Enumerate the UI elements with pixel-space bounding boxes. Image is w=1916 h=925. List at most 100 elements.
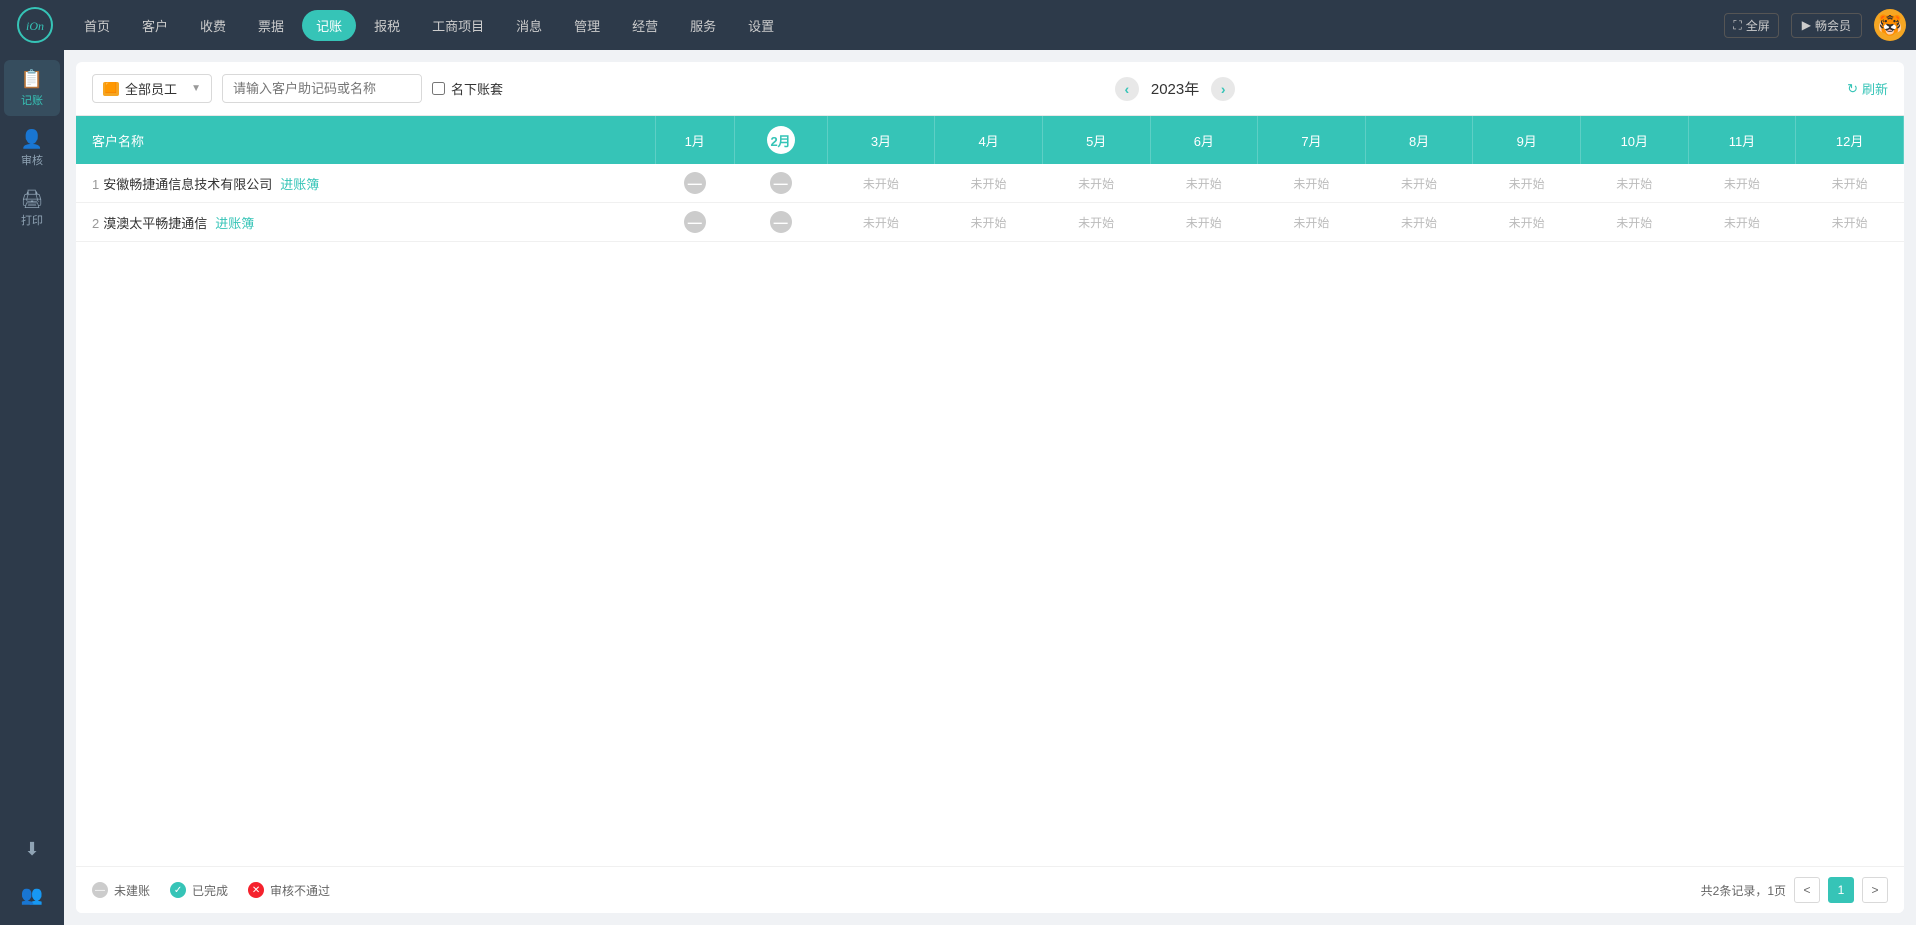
month-cell-7: 未开始 xyxy=(1258,164,1366,203)
th-month-6: 6月 xyxy=(1150,116,1258,164)
month-cell-4: 未开始 xyxy=(935,164,1043,203)
nav-fee[interactable]: 收费 xyxy=(186,10,240,41)
page-1-button[interactable]: 1 xyxy=(1828,877,1854,903)
month-cell-4: 未开始 xyxy=(935,203,1043,242)
data-table: 客户名称 1月 2月 3月 4月 5月 6月 7月 8月 9月 10月 xyxy=(76,116,1904,242)
nav-bookkeeping[interactable]: 记账 xyxy=(302,10,356,41)
th-month-10: 10月 xyxy=(1581,116,1689,164)
table-body: 1安徽畅捷通信息技术有限公司进账簿——未开始未开始未开始未开始未开始未开始未开始… xyxy=(76,164,1904,242)
company-name: 漠澳太平畅捷通信 xyxy=(103,216,207,231)
th-month-5: 5月 xyxy=(1042,116,1150,164)
month-cell-11: 未开始 xyxy=(1688,164,1796,203)
nav-tax[interactable]: 报税 xyxy=(360,10,414,41)
fullscreen-button[interactable]: ⛶ 全屏 xyxy=(1724,13,1778,38)
employee-select-label: 全部员工 xyxy=(125,79,177,98)
avatar[interactable]: 🐯 xyxy=(1874,9,1906,41)
nav-settings[interactable]: 设置 xyxy=(734,10,788,41)
status-not-started: 未开始 xyxy=(1616,177,1652,191)
nav-message[interactable]: 消息 xyxy=(502,10,556,41)
legend-not-built: — 未建账 xyxy=(92,882,150,899)
refresh-button[interactable]: ↻ 刷新 xyxy=(1847,79,1888,98)
nav-customer[interactable]: 客户 xyxy=(128,10,182,41)
chevron-down-icon: ▼ xyxy=(191,83,201,94)
mine-checkbox-text: 名下账套 xyxy=(451,79,503,98)
enter-ledger-link[interactable]: 进账簿 xyxy=(280,177,319,192)
th-month-12: 12月 xyxy=(1796,116,1904,164)
nav-operation[interactable]: 经营 xyxy=(618,10,672,41)
status-not-started: 未开始 xyxy=(1401,177,1437,191)
nav-manage[interactable]: 管理 xyxy=(560,10,614,41)
status-not-started: 未开始 xyxy=(1724,216,1760,230)
month-cell-9: 未开始 xyxy=(1473,203,1581,242)
toolbar: 🟧 全部员工 ▼ 🔍 名下账套 ‹ xyxy=(76,62,1904,116)
legend-rejected-label: 审核不通过 xyxy=(270,882,330,899)
search-button[interactable]: 🔍 xyxy=(419,75,422,102)
pagination: 共2条记录，1页 < 1 > xyxy=(1701,877,1888,903)
month-cell-9: 未开始 xyxy=(1473,164,1581,203)
vip-button[interactable]: ▶ 畅会员 xyxy=(1791,13,1862,38)
sidebar-support-button[interactable]: 👥 xyxy=(12,875,52,915)
month-cell-12: 未开始 xyxy=(1796,203,1904,242)
prev-year-button[interactable]: ‹ xyxy=(1115,77,1139,101)
status-not-started: 未开始 xyxy=(1078,177,1114,191)
status-not-started: 未开始 xyxy=(1186,177,1222,191)
month-cell-10: 未开始 xyxy=(1581,164,1689,203)
status-dash-icon: — xyxy=(770,211,792,233)
th-month-11: 11月 xyxy=(1688,116,1796,164)
nav-home[interactable]: 首页 xyxy=(70,10,124,41)
audit-icon: 👤 xyxy=(21,129,43,150)
legend-completed: ✓ 已完成 xyxy=(170,882,228,899)
month-cell-6: 未开始 xyxy=(1150,203,1258,242)
month-cell-11: 未开始 xyxy=(1688,203,1796,242)
table-footer: — 未建账 ✓ 已完成 ✕ 审核不通过 共2条记录，1页 < 1 xyxy=(76,866,1904,913)
sidebar-item-print[interactable]: 🖨 打印 xyxy=(4,180,60,236)
fullscreen-label: 全屏 xyxy=(1746,17,1770,34)
sidebar: 📋 记账 👤 审核 🖨 打印 ⬇ 👥 xyxy=(0,50,64,925)
status-not-started: 未开始 xyxy=(1078,216,1114,230)
content-area: 🟧 全部员工 ▼ 🔍 名下账套 ‹ xyxy=(64,50,1916,925)
nav-right: ⛶ 全屏 ▶ 畅会员 🐯 xyxy=(1724,9,1906,41)
company-name: 安徽畅捷通信息技术有限公司 xyxy=(103,177,272,192)
sidebar-item-bookkeeping[interactable]: 📋 记账 xyxy=(4,60,60,116)
table-container[interactable]: 客户名称 1月 2月 3月 4月 5月 6月 7月 8月 9月 10月 xyxy=(76,116,1904,866)
month-cell-1: — xyxy=(655,203,734,242)
status-not-started: 未开始 xyxy=(1832,216,1868,230)
th-month-3: 3月 xyxy=(827,116,935,164)
th-month-8: 8月 xyxy=(1365,116,1473,164)
enter-ledger-link[interactable]: 进账簿 xyxy=(215,216,254,231)
nav-invoice[interactable]: 票据 xyxy=(244,10,298,41)
sidebar-download-button[interactable]: ⬇ xyxy=(12,829,52,869)
month-cell-7: 未开始 xyxy=(1258,203,1366,242)
legend-completed-label: 已完成 xyxy=(192,882,228,899)
status-dash-icon: — xyxy=(684,172,706,194)
nav-items: 首页 客户 收费 票据 记账 报税 工商项目 消息 管理 经营 服务 设置 xyxy=(70,10,1724,41)
sidebar-item-audit[interactable]: 👤 审核 xyxy=(4,120,60,176)
month-cell-1: — xyxy=(655,164,734,203)
avatar-image: 🐯 xyxy=(1878,13,1903,38)
status-not-started: 未开始 xyxy=(1509,216,1545,230)
mine-checkbox[interactable] xyxy=(432,82,445,95)
month-cell-3: 未开始 xyxy=(827,203,935,242)
next-year-button[interactable]: › xyxy=(1211,77,1235,101)
top-nav: iOn 首页 客户 收费 票据 记账 报税 工商项目 消息 管理 经营 服务 设… xyxy=(0,0,1916,50)
refresh-label: 刷新 xyxy=(1862,79,1888,98)
active-month-badge: 2月 xyxy=(767,126,795,154)
nav-business[interactable]: 工商项目 xyxy=(418,10,498,41)
th-month-4: 4月 xyxy=(935,116,1043,164)
status-not-started: 未开始 xyxy=(863,177,899,191)
search-input[interactable] xyxy=(223,76,419,101)
employee-icon: 🟧 xyxy=(103,82,119,96)
company-cell: 2漠澳太平畅捷通信进账簿 xyxy=(76,203,655,242)
sidebar-item-bookkeeping-label: 记账 xyxy=(21,92,43,108)
mine-checkbox-label[interactable]: 名下账套 xyxy=(432,79,503,98)
nav-service[interactable]: 服务 xyxy=(676,10,730,41)
sidebar-bottom: ⬇ 👥 xyxy=(12,829,52,915)
layout: 📋 记账 👤 审核 🖨 打印 ⬇ 👥 🟧 全部员工 ▼ xyxy=(0,50,1916,925)
row-num: 1 xyxy=(92,177,99,192)
prev-page-button[interactable]: < xyxy=(1794,877,1820,903)
next-page-button[interactable]: > xyxy=(1862,877,1888,903)
th-month-7: 7月 xyxy=(1258,116,1366,164)
status-not-started: 未开始 xyxy=(971,177,1007,191)
vip-label: 畅会员 xyxy=(1815,17,1851,34)
employee-select[interactable]: 🟧 全部员工 ▼ xyxy=(92,74,212,103)
